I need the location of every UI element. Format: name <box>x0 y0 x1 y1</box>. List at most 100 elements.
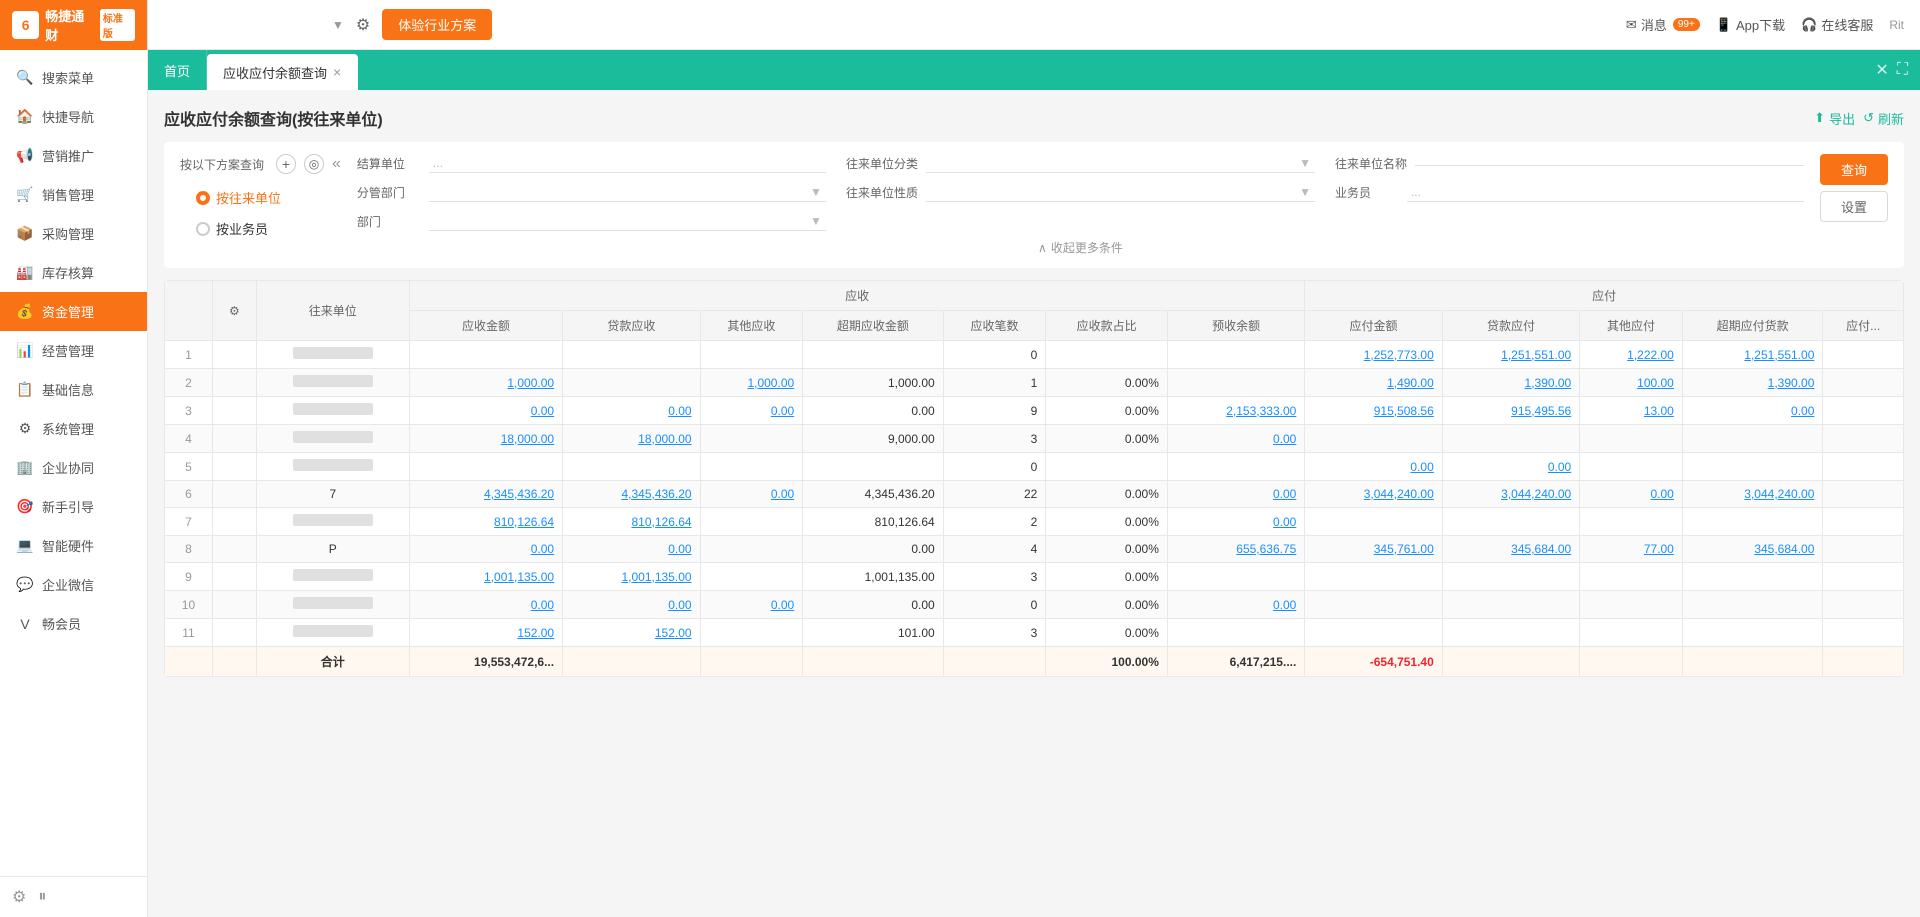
guide-icon: 🎯 <box>16 498 34 516</box>
message-button[interactable]: ✉ 消息 99 <box>1626 15 1700 34</box>
tab-home[interactable]: 首页 <box>148 50 207 90</box>
sidebar-item-marketing[interactable]: 📢 营销推广 <box>0 136 147 175</box>
inventory-icon: 🏭 <box>16 264 34 282</box>
filter-option-salesperson[interactable]: 按业务员 <box>188 215 341 242</box>
app-download-label: App下载 <box>1736 15 1785 34</box>
message-icon: ✉ <box>1626 17 1637 33</box>
footer-payable-amount: -654,751.40 <box>1305 647 1442 677</box>
dept-input[interactable]: ▼ <box>429 183 826 202</box>
tabbar-actions: ✕ ⛶ <box>1863 50 1920 90</box>
sidebar-item-quicknav[interactable]: 🏠 快捷导航 <box>0 97 147 136</box>
footer-receivable-ratio: 100.00% <box>1046 647 1168 677</box>
filter-option-partner[interactable]: 按往来单位 <box>188 184 341 211</box>
collapse-more-button[interactable]: ∧ 收起更多条件 <box>1038 239 1123 256</box>
filter-collapse-button[interactable]: « <box>332 155 341 173</box>
set-button[interactable]: 设置 <box>1820 191 1888 222</box>
sidebar-item-search[interactable]: 🔍 搜索菜单 <box>0 58 147 97</box>
tab-expand-icon[interactable]: ⛶ <box>1897 61 1908 79</box>
partner-name-input[interactable] <box>1415 161 1804 166</box>
chevron-down-icon[interactable]: ▼ <box>332 18 344 32</box>
sidebar-item-wechat[interactable]: 💬 企业微信 <box>0 565 147 604</box>
topbar: ▼ ⚙ 体验行业方案 ✉ 消息 99 📱 App下载 🎧 在线客服 <box>148 0 1920 50</box>
settlement-unit-input[interactable]: ... <box>429 154 826 173</box>
partner-name: P <box>256 536 409 563</box>
filter-target-button[interactable]: ◎ <box>304 154 324 174</box>
th-receivable-count: 应收笔数 <box>943 311 1046 341</box>
salesperson-input[interactable]: ... <box>1407 183 1804 202</box>
sidebar-item-enterprise[interactable]: 🏢 企业协同 <box>0 448 147 487</box>
table-row: 7810,126.64810,126.64810,126.6420.00%0.0… <box>165 508 1904 536</box>
field-label: 结算单位 <box>357 155 421 172</box>
footer-empty2 <box>212 647 256 677</box>
th-rownum <box>165 281 213 341</box>
user-info[interactable]: Rit <box>1889 18 1904 32</box>
filter-add-button[interactable]: + <box>276 154 296 174</box>
row-num: 4 <box>165 425 213 453</box>
sidebar-item-basicinfo[interactable]: 📋 基础信息 <box>0 370 147 409</box>
th-prepaid-balance: 预收余额 <box>1167 311 1304 341</box>
customer-service-button[interactable]: 🎧 在线客服 <box>1801 15 1873 34</box>
th-loan-receivable: 贷款应收 <box>563 311 700 341</box>
row-num: 6 <box>165 481 213 508</box>
field-label: 往来单位性质 <box>846 184 918 201</box>
query-button[interactable]: 查询 <box>1820 154 1888 185</box>
topbar-gear-icon[interactable]: ⚙ <box>356 15 370 35</box>
sidebar-item-system[interactable]: ⚙ 系统管理 <box>0 409 147 448</box>
filter-field-department: 部门 ▼ <box>357 212 826 231</box>
filter-field-partner-nature: 往来单位性质 ▼ <box>846 183 1315 202</box>
app-download-button[interactable]: 📱 App下载 <box>1716 15 1785 34</box>
marketing-icon: 📢 <box>16 147 34 165</box>
partner-category-input[interactable]: ▼ <box>926 154 1315 173</box>
breadcrumb-input[interactable] <box>164 18 324 32</box>
footer-receivable-amount: 19,553,472,6... <box>409 647 562 677</box>
sidebar-collapse-icon[interactable]: ⏸ <box>38 888 46 906</box>
footer-prepaid-balance: 6,417,215.... <box>1167 647 1304 677</box>
footer-empty <box>165 647 213 677</box>
refresh-icon: ↺ <box>1863 110 1874 126</box>
th-loan-payable: 贷款应付 <box>1442 311 1579 341</box>
export-icon: ⬆ <box>1814 110 1825 126</box>
th-settings[interactable]: ⚙ <box>212 281 256 341</box>
tab-receivable[interactable]: 应收应付余额查询 × <box>207 54 358 90</box>
sidebar-settings-icon[interactable]: ⚙ <box>12 887 26 907</box>
sidebar-item-label: 采购管理 <box>42 224 94 243</box>
download-icon: 📱 <box>1716 17 1732 33</box>
basicinfo-icon: 📋 <box>16 381 34 399</box>
sidebar-item-member[interactable]: V 畅会员 <box>0 604 147 643</box>
tab-close-all-icon[interactable]: ✕ <box>1875 60 1888 80</box>
sidebar-item-label: 营销推广 <box>42 146 94 165</box>
partner-nature-input[interactable]: ▼ <box>926 183 1315 202</box>
table-row: 100.000.000.000.0000.00%0.00 <box>165 591 1904 619</box>
main-area: ▼ ⚙ 体验行业方案 ✉ 消息 99 📱 App下载 🎧 在线客服 <box>148 0 1920 917</box>
sidebar-item-label: 畅会员 <box>42 614 81 633</box>
th-other-payable: 其他应付 <box>1580 311 1683 341</box>
partner-name <box>256 453 409 481</box>
department-input[interactable]: ▼ <box>429 212 826 231</box>
solution-button[interactable]: 体验行业方案 <box>382 9 492 40</box>
field-label: 往来单位分类 <box>846 155 918 172</box>
sidebar-item-purchase[interactable]: 📦 采购管理 <box>0 214 147 253</box>
sidebar: 6 畅捷通财 标准版 🔍 搜索菜单 🏠 快捷导航 📢 营销推广 🛒 销售管理 <box>0 0 148 917</box>
sidebar-item-hardware[interactable]: 💻 智能硬件 <box>0 526 147 565</box>
sidebar-item-sales[interactable]: 🛒 销售管理 <box>0 175 147 214</box>
cart-icon: 🛒 <box>16 186 34 204</box>
refresh-button[interactable]: ↺ 刷新 <box>1863 109 1904 128</box>
button-group: 查询 设置 <box>1820 154 1888 222</box>
th-receivable-group: 应收 <box>409 281 1304 311</box>
table-footer-row: 合计 19,553,472,6... 100.00% 6,417,215....… <box>165 647 1904 677</box>
sidebar-item-label: 销售管理 <box>42 185 94 204</box>
table-row: 30.000.000.000.0090.00%2,153,333.00915,5… <box>165 397 1904 425</box>
sidebar-item-operations[interactable]: 📊 经营管理 <box>0 331 147 370</box>
purchase-icon: 📦 <box>16 225 34 243</box>
table-row: 8P0.000.000.0040.00%655,636.75345,761.00… <box>165 536 1904 563</box>
close-icon[interactable]: × <box>333 65 341 79</box>
export-button[interactable]: ⬆ 导出 <box>1814 109 1855 128</box>
customer-service-label: 在线客服 <box>1821 15 1873 34</box>
partner-name <box>256 425 409 453</box>
sidebar-item-finance[interactable]: 💰 资金管理 <box>0 292 147 331</box>
sidebar-item-inventory[interactable]: 🏭 库存核算 <box>0 253 147 292</box>
sidebar-item-guide[interactable]: 🎯 新手引导 <box>0 487 147 526</box>
partner-name <box>256 341 409 369</box>
row-num: 7 <box>165 508 213 536</box>
sidebar-item-label: 搜索菜单 <box>42 68 94 87</box>
